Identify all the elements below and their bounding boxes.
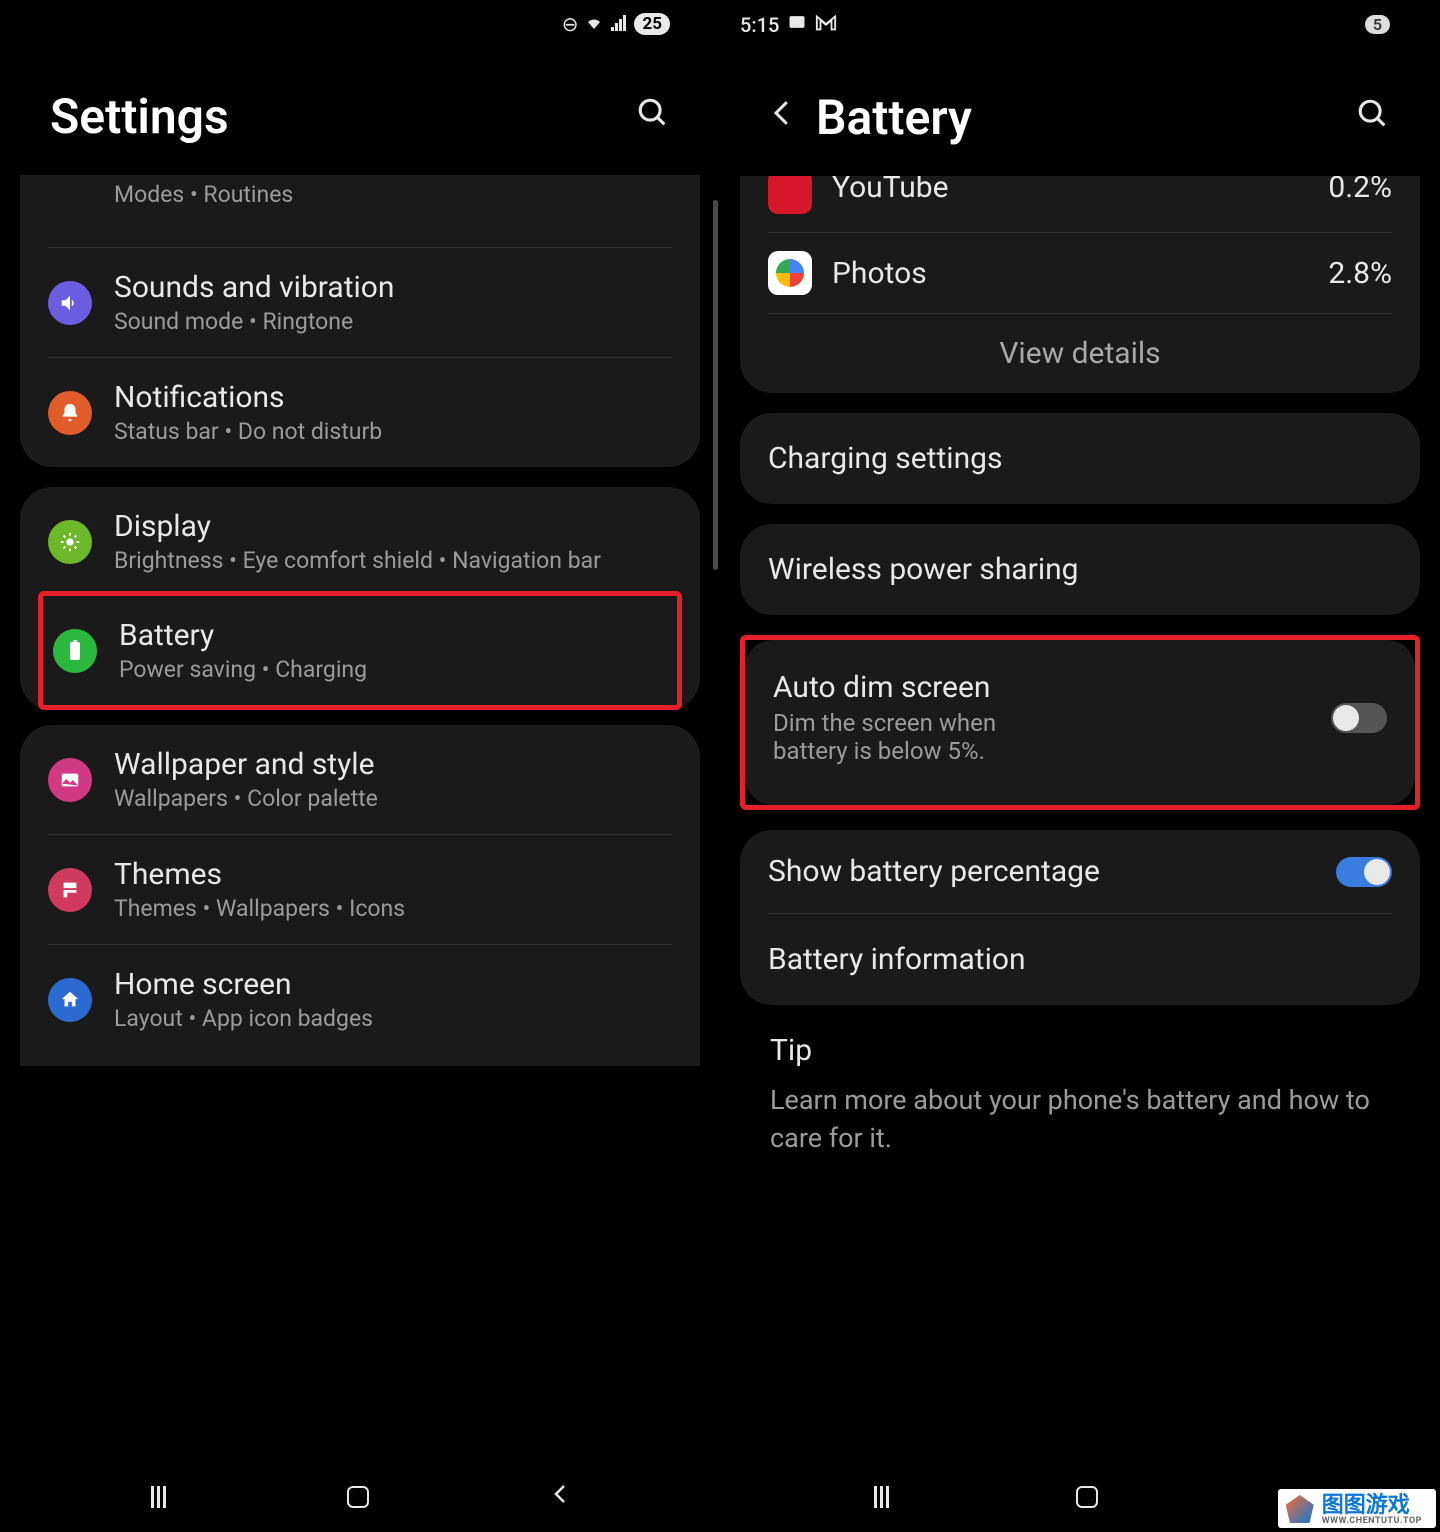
battery-info-label: Battery information <box>768 942 1026 977</box>
row-sub: Layout • App icon badges <box>114 1005 672 1032</box>
settings-row-wallpaper[interactable]: Wallpaper and style Wallpapers • Color p… <box>48 725 672 834</box>
settings-screen: ⊖ 25 Settings Modes • Routines <box>0 0 720 1532</box>
tip-text: Learn more about your phone's battery an… <box>770 1082 1390 1158</box>
battery-header: Battery <box>740 49 1420 176</box>
percentage-info-card: Show battery percentage Battery informat… <box>740 830 1420 1005</box>
row-sub: Brightness • Eye comfort shield • Naviga… <box>114 547 672 574</box>
row-sub: Modes • Routines <box>114 181 672 215</box>
app-pct: 2.8% <box>1328 256 1392 291</box>
row-title: Battery <box>119 618 667 653</box>
search-icon[interactable] <box>636 96 670 138</box>
row-sub: Wallpapers • Color palette <box>114 785 672 812</box>
row-title: Notifications <box>114 380 672 415</box>
notification-badge: 5 <box>1365 15 1390 34</box>
youtube-icon <box>768 176 812 214</box>
gallery-status-icon <box>787 12 807 37</box>
settings-row-themes[interactable]: Themes Themes • Wallpapers • Icons <box>48 834 672 944</box>
settings-header: Settings <box>20 48 700 175</box>
row-sub: Power saving • Charging <box>119 656 667 683</box>
show-pct-row[interactable]: Show battery percentage <box>768 830 1392 913</box>
auto-dim-toggle[interactable] <box>1331 703 1387 733</box>
battery-pill-left: 25 <box>634 13 670 35</box>
battery-icon <box>53 629 97 673</box>
auto-dim-card: Auto dim screen Dim the screen when batt… <box>745 640 1415 805</box>
row-title: Themes <box>114 857 672 892</box>
photos-icon <box>768 251 812 295</box>
settings-group-1: Modes • Routines Sounds and vibration So… <box>20 175 700 467</box>
settings-row-homescreen[interactable]: Home screen Layout • App icon badges <box>48 944 672 1054</box>
show-pct-toggle[interactable] <box>1336 857 1392 887</box>
battery-content: YouTube 0.2% Photos 2.8% View details Ch… <box>740 176 1420 1532</box>
show-pct-title: Show battery percentage <box>768 854 1100 889</box>
settings-content: Modes • Routines Sounds and vibration So… <box>20 175 700 1532</box>
brush-icon <box>48 868 92 912</box>
highlight-battery: Battery Power saving • Charging <box>38 591 682 710</box>
battery-info-row[interactable]: Battery information <box>768 913 1392 1005</box>
settings-row-battery[interactable]: Battery Power saving • Charging <box>53 596 667 705</box>
app-row-youtube[interactable]: YouTube 0.2% <box>768 176 1392 232</box>
wireless-sharing-card[interactable]: Wireless power sharing <box>740 524 1420 615</box>
auto-dim-sub: Dim the screen when battery is below 5%. <box>773 709 1046 765</box>
watermark-sub: WWW.CHENTUTU.TOP <box>1322 1517 1422 1526</box>
wifi-icon <box>584 12 604 36</box>
statusbar-right: 5:15 5 <box>740 0 1420 49</box>
signal-icon <box>610 12 628 36</box>
row-title: Home screen <box>114 967 672 1002</box>
app-name: Photos <box>832 256 1308 291</box>
clock: 5:15 <box>740 13 779 37</box>
home-button[interactable] <box>347 1486 369 1508</box>
home-icon <box>48 978 92 1022</box>
gmail-status-icon <box>815 13 837 37</box>
row-title: Wallpaper and style <box>114 747 672 782</box>
auto-dim-row[interactable]: Auto dim screen Dim the screen when batt… <box>773 646 1387 789</box>
settings-group-3: Wallpaper and style Wallpapers • Color p… <box>20 725 700 1066</box>
app-pct: 0.2% <box>1328 176 1392 204</box>
settings-row-display[interactable]: Display Brightness • Eye comfort shield … <box>48 487 672 596</box>
statusbar-left: ⊖ 25 <box>20 0 700 48</box>
usage-card: YouTube 0.2% Photos 2.8% View details <box>740 176 1420 393</box>
brightness-icon <box>48 520 92 564</box>
sound-icon <box>48 281 92 325</box>
app-row-photos[interactable]: Photos 2.8% <box>768 232 1392 313</box>
view-details-link[interactable]: View details <box>768 313 1392 393</box>
page-title: Settings <box>50 88 229 145</box>
charging-settings-card[interactable]: Charging settings <box>740 413 1420 504</box>
watermark: 图图游戏 WWW.CHENTUTU.TOP <box>1278 1489 1436 1528</box>
row-title: Display <box>114 509 672 544</box>
settings-row-notifications[interactable]: Notifications Status bar • Do not distur… <box>48 357 672 467</box>
auto-dim-title: Auto dim screen <box>773 670 1046 705</box>
watermark-main: 图图游戏 <box>1322 1495 1410 1517</box>
recents-button[interactable] <box>874 1486 889 1508</box>
dnd-icon: ⊖ <box>562 12 579 36</box>
page-title: Battery <box>816 89 972 146</box>
home-button[interactable] <box>1076 1486 1098 1508</box>
app-name: YouTube <box>832 176 1308 204</box>
row-sub: Sound mode • Ringtone <box>114 308 672 335</box>
wireless-sharing-label: Wireless power sharing <box>768 524 1392 615</box>
settings-row-sounds[interactable]: Sounds and vibration Sound mode • Ringto… <box>48 247 672 357</box>
tip-title: Tip <box>770 1033 1390 1068</box>
row-sub: Themes • Wallpapers • Icons <box>114 895 672 922</box>
navbar-left <box>0 1462 720 1532</box>
row-title: Sounds and vibration <box>114 270 672 305</box>
bell-icon <box>48 391 92 435</box>
tip-block: Tip Learn more about your phone's batter… <box>740 1025 1420 1158</box>
charging-settings-label: Charging settings <box>768 413 1392 504</box>
picture-icon <box>48 758 92 802</box>
settings-group-2: Display Brightness • Eye comfort shield … <box>20 487 700 710</box>
battery-screen: 5:15 5 Battery <box>720 0 1440 1532</box>
back-button[interactable] <box>550 1482 570 1513</box>
recents-button[interactable] <box>151 1486 166 1508</box>
highlight-auto-dim: Auto dim screen Dim the screen when batt… <box>740 635 1420 810</box>
search-icon[interactable] <box>1356 97 1390 139</box>
row-sub: Status bar • Do not disturb <box>114 418 672 445</box>
back-icon[interactable] <box>770 96 794 140</box>
settings-row-modes[interactable]: Modes • Routines <box>48 181 672 247</box>
